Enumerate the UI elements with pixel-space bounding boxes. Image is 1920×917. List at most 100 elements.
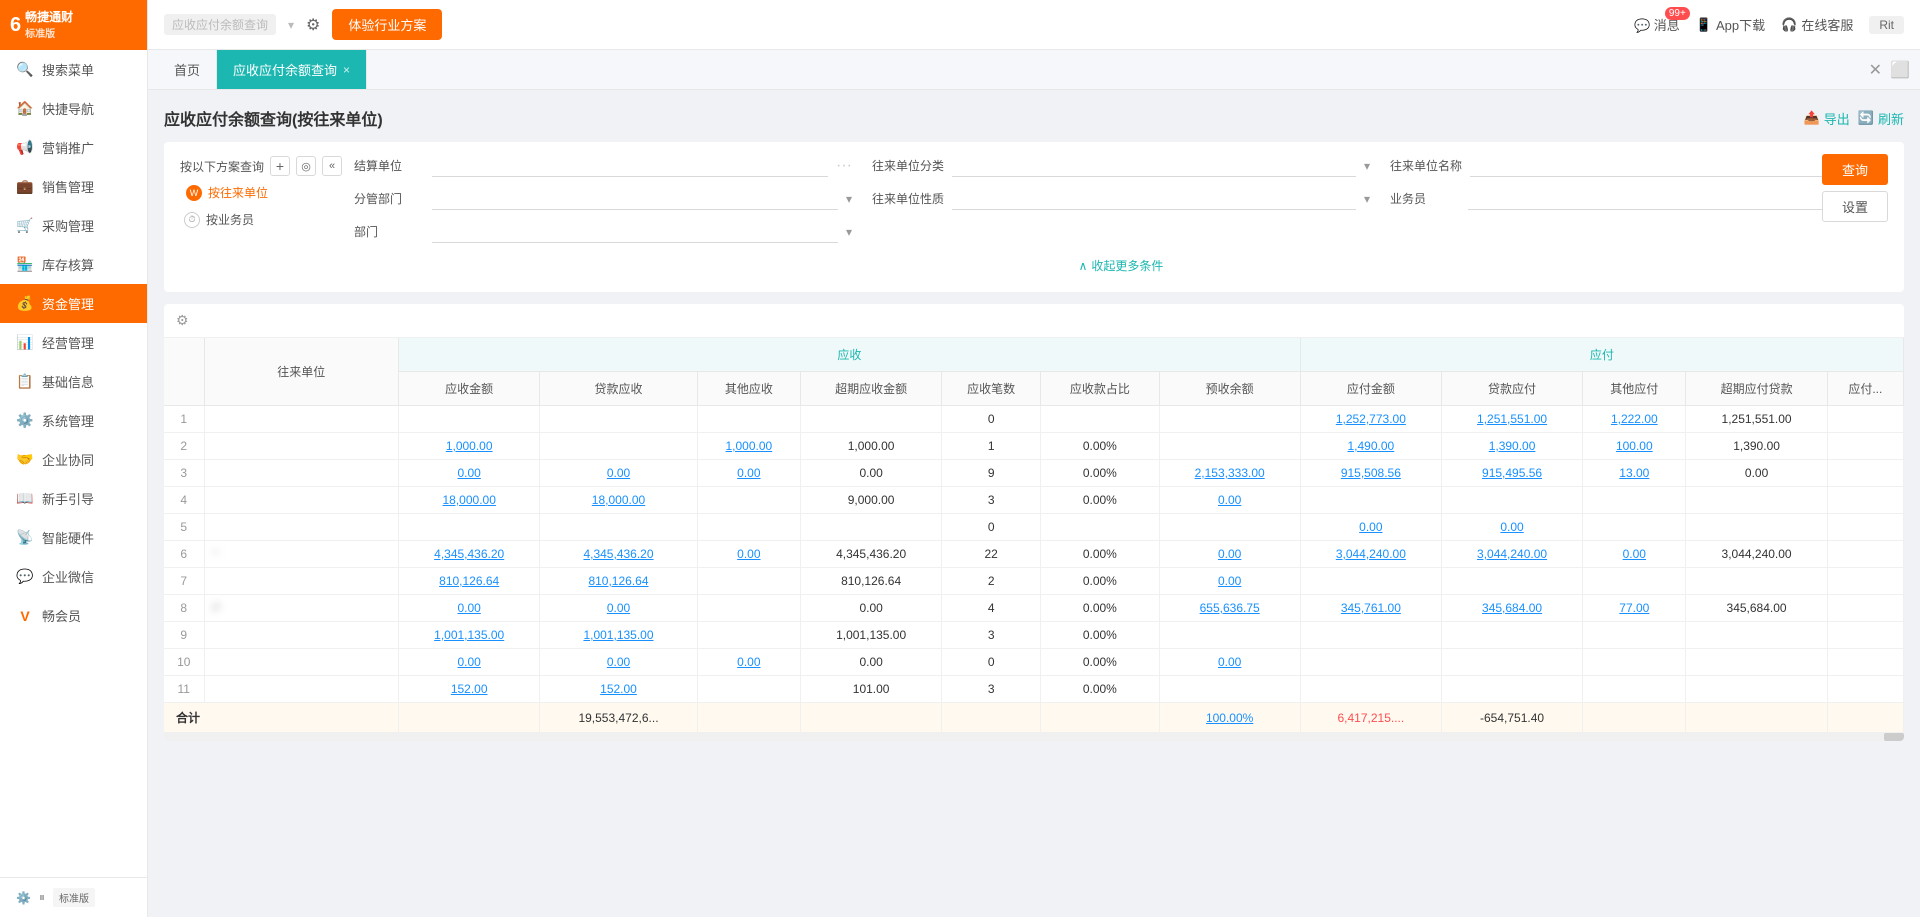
filter-tab-salesman[interactable]: ⏱ 按业务员: [180, 209, 342, 230]
sidebar-item-finance[interactable]: 💰 资金管理: [0, 284, 147, 323]
sidebar-item-basic[interactable]: 📋 基础信息: [0, 362, 147, 401]
row-cell[interactable]: [697, 406, 800, 433]
row-cell[interactable]: 0.00: [1441, 514, 1582, 541]
sidebar-item-system[interactable]: ⚙️ 系统管理: [0, 401, 147, 440]
filter-input-salesman[interactable]: [1468, 187, 1864, 210]
row-cell[interactable]: 0.00: [697, 541, 800, 568]
row-cell[interactable]: [1583, 487, 1686, 514]
row-cell[interactable]: [1159, 676, 1300, 703]
row-cell[interactable]: 152.00: [540, 676, 697, 703]
query-button[interactable]: 查询: [1822, 154, 1888, 185]
row-cell[interactable]: 1,222.00: [1583, 406, 1686, 433]
row-cell[interactable]: 915,495.56: [1441, 460, 1582, 487]
filter-input-settlement[interactable]: [432, 154, 828, 177]
sidebar-item-collab[interactable]: 🤝 企业协同: [0, 440, 147, 479]
user-name[interactable]: Rit: [1869, 16, 1904, 34]
filter-collapse-icon[interactable]: «: [322, 156, 342, 176]
row-cell[interactable]: 4,345,436.20: [399, 541, 540, 568]
row-cell[interactable]: [1159, 406, 1300, 433]
sidebar-item-warehouse[interactable]: 🏪 库存核算: [0, 245, 147, 284]
row-cell[interactable]: 1,001,135.00: [540, 622, 697, 649]
row-cell[interactable]: [1583, 622, 1686, 649]
row-cell[interactable]: 0.00: [399, 460, 540, 487]
row-cell[interactable]: 810,126.64: [399, 568, 540, 595]
row-cell[interactable]: [1441, 649, 1582, 676]
row-cell[interactable]: 0.00: [697, 460, 800, 487]
row-cell[interactable]: [1300, 622, 1441, 649]
row-cell[interactable]: 2,153,333.00: [1159, 460, 1300, 487]
sidebar-item-marketing[interactable]: 📢 营销推广: [0, 128, 147, 167]
filter-add-icon[interactable]: +: [270, 156, 290, 176]
row-cell[interactable]: [540, 433, 697, 460]
sidebar-item-member[interactable]: V 畅会员: [0, 596, 147, 635]
row-cell[interactable]: 4,345,436.20: [540, 541, 697, 568]
filter-input-partner-nature[interactable]: [952, 187, 1356, 210]
row-cell[interactable]: [1300, 487, 1441, 514]
row-cell[interactable]: [540, 406, 697, 433]
sidebar-item-search[interactable]: 🔍 搜索菜单: [0, 50, 147, 89]
row-cell[interactable]: 345,684.00: [1441, 595, 1582, 622]
row-cell[interactable]: [697, 487, 800, 514]
sidebar-item-quick[interactable]: 🏠 快捷导航: [0, 89, 147, 128]
app-download[interactable]: 📱 App下载: [1696, 15, 1765, 34]
row-cell[interactable]: [697, 622, 800, 649]
row-cell[interactable]: [697, 595, 800, 622]
row-cell[interactable]: 1,390.00: [1441, 433, 1582, 460]
filter-tab-partner[interactable]: W 按往来单位: [180, 182, 342, 203]
tab-ar-query[interactable]: 应收应付余额查询 ×: [217, 50, 367, 89]
row-cell[interactable]: [1583, 568, 1686, 595]
row-cell[interactable]: 0.00: [399, 595, 540, 622]
filter-chevron-sub-dept[interactable]: ▾: [846, 225, 852, 239]
row-cell[interactable]: [540, 514, 697, 541]
filter-input-partner-type[interactable]: [952, 154, 1356, 177]
row-cell[interactable]: 0.00: [540, 649, 697, 676]
row-cell[interactable]: 0.00: [1159, 487, 1300, 514]
row-cell[interactable]: 18,000.00: [540, 487, 697, 514]
row-cell[interactable]: [1300, 649, 1441, 676]
row-cell[interactable]: 0.00: [1159, 541, 1300, 568]
export-button[interactable]: 📤 导出: [1804, 109, 1850, 128]
window-max-icon[interactable]: ⬜: [1890, 60, 1910, 80]
row-cell[interactable]: 655,636.75: [1159, 595, 1300, 622]
row-cell[interactable]: [1159, 433, 1300, 460]
row-cell[interactable]: [1441, 622, 1582, 649]
row-cell[interactable]: [1159, 514, 1300, 541]
row-cell[interactable]: 77.00: [1583, 595, 1686, 622]
row-cell[interactable]: 1,001,135.00: [399, 622, 540, 649]
row-cell[interactable]: 3,044,240.00: [1300, 541, 1441, 568]
sidebar-item-sales[interactable]: 💼 销售管理: [0, 167, 147, 206]
row-cell[interactable]: [1300, 676, 1441, 703]
row-cell[interactable]: [1583, 649, 1686, 676]
row-cell[interactable]: 1,252,773.00: [1300, 406, 1441, 433]
sidebar-item-guide[interactable]: 📖 新手引导: [0, 479, 147, 518]
filter-input-dept[interactable]: [432, 187, 838, 210]
row-cell[interactable]: 0.00: [697, 649, 800, 676]
sidebar-item-operations[interactable]: 📊 经营管理: [0, 323, 147, 362]
table-gear-icon[interactable]: ⚙: [176, 312, 189, 329]
row-cell[interactable]: 152.00: [399, 676, 540, 703]
tab-home[interactable]: 首页: [158, 50, 217, 89]
row-cell[interactable]: [399, 514, 540, 541]
row-cell[interactable]: 0.00: [399, 649, 540, 676]
promo-button[interactable]: 体验行业方案: [332, 9, 442, 40]
row-cell[interactable]: 3,044,240.00: [1441, 541, 1582, 568]
set-button[interactable]: 设置: [1822, 191, 1888, 222]
row-cell[interactable]: 0.00: [1300, 514, 1441, 541]
row-cell[interactable]: 18,000.00: [399, 487, 540, 514]
sidebar-item-hardware[interactable]: 📡 智能硬件: [0, 518, 147, 557]
pause-icon[interactable]: ⏸: [39, 890, 45, 905]
collapse-bar[interactable]: ∧ 收起更多条件: [354, 251, 1888, 280]
settings-icon[interactable]: ⚙️: [16, 891, 31, 905]
row-cell[interactable]: 100.00: [1583, 433, 1686, 460]
row-cell[interactable]: 810,126.64: [540, 568, 697, 595]
row-cell[interactable]: 13.00: [1583, 460, 1686, 487]
row-cell[interactable]: 0.00: [540, 460, 697, 487]
horizontal-scrollbar[interactable]: [164, 733, 1904, 741]
filter-chevron-partner-nature[interactable]: ▾: [1364, 192, 1370, 206]
row-cell[interactable]: [399, 406, 540, 433]
row-cell[interactable]: [1159, 622, 1300, 649]
row-cell[interactable]: 1,000.00: [697, 433, 800, 460]
row-cell[interactable]: 345,761.00: [1300, 595, 1441, 622]
filter-target-icon[interactable]: ◎: [296, 156, 316, 176]
row-cell[interactable]: [1300, 568, 1441, 595]
